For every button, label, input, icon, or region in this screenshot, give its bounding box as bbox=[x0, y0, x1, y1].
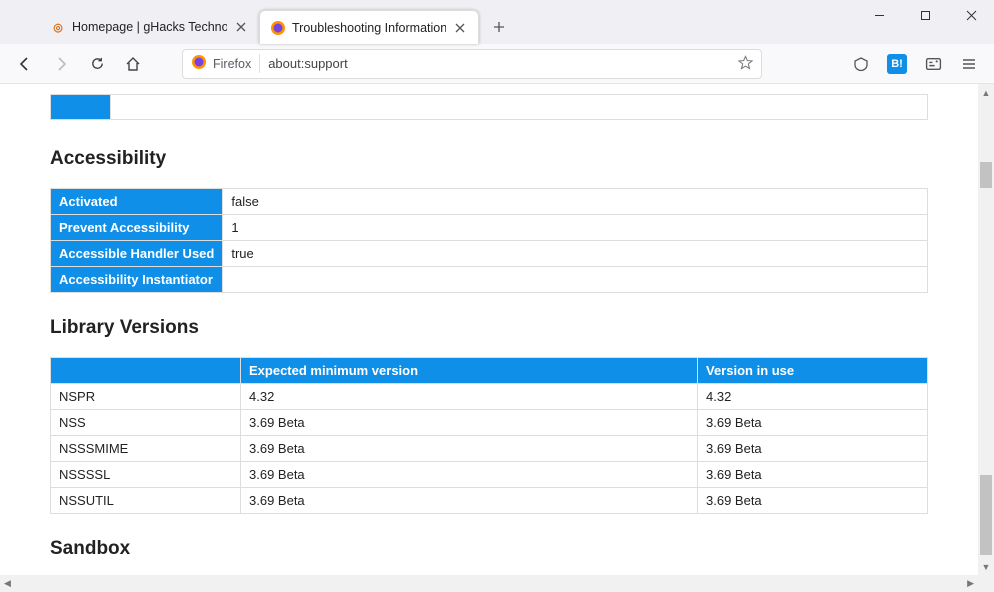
row-header: Accessible Handler Used bbox=[51, 241, 223, 267]
extension-button[interactable] bbox=[916, 48, 950, 80]
table-row: NSSSMIME 3.69 Beta 3.69 Beta bbox=[51, 436, 928, 462]
col-header-expected: Expected minimum version bbox=[241, 358, 698, 384]
col-header-blank bbox=[51, 358, 241, 384]
pocket-button[interactable] bbox=[844, 48, 878, 80]
table-row: NSSSSL 3.69 Beta 3.69 Beta bbox=[51, 462, 928, 488]
table-row: Activated false bbox=[51, 189, 928, 215]
scroll-right-arrow[interactable]: ▶ bbox=[967, 578, 974, 589]
url-bar[interactable]: Firefox about:support bbox=[182, 49, 762, 79]
table-row: Prevent Accessibility 1 bbox=[51, 215, 928, 241]
about-support-page: Accessibility Activated false Prevent Ac… bbox=[0, 84, 978, 592]
vertical-scrollbar[interactable]: ▲ ▼ bbox=[978, 84, 994, 575]
row-header: Accessibility Instantiator bbox=[51, 267, 223, 293]
lib-inuse: 4.32 bbox=[698, 384, 928, 410]
titlebar: ◎ Homepage | gHacks Technolog Troublesho… bbox=[0, 0, 994, 44]
app-menu-button[interactable] bbox=[952, 48, 986, 80]
identity-box[interactable]: Firefox bbox=[191, 54, 260, 73]
scroll-left-arrow[interactable]: ◀ bbox=[4, 578, 11, 589]
row-value: false bbox=[223, 189, 928, 215]
scroll-down-arrow[interactable]: ▼ bbox=[978, 558, 994, 575]
partial-value-cell bbox=[111, 95, 927, 119]
lib-inuse: 3.69 Beta bbox=[698, 462, 928, 488]
lib-name: NSSSMIME bbox=[51, 436, 241, 462]
new-tab-button[interactable] bbox=[485, 13, 513, 41]
table-header-row: Expected minimum version Version in use bbox=[51, 358, 928, 384]
lib-expected: 4.32 bbox=[241, 384, 698, 410]
tab-label: Homepage | gHacks Technolog bbox=[72, 20, 227, 34]
firefox-logo-icon bbox=[191, 54, 207, 73]
library-versions-heading: Library Versions bbox=[50, 317, 928, 339]
accessibility-heading: Accessibility bbox=[50, 148, 928, 170]
row-value: true bbox=[223, 241, 928, 267]
lib-inuse: 3.69 Beta bbox=[698, 488, 928, 514]
hatena-button[interactable]: B! bbox=[880, 48, 914, 80]
bookmark-star-icon[interactable] bbox=[738, 55, 753, 73]
lib-name: NSS bbox=[51, 410, 241, 436]
sandbox-heading: Sandbox bbox=[50, 538, 928, 560]
toolbar-right: B! bbox=[844, 48, 986, 80]
favicon-ghacks: ◎ bbox=[50, 19, 66, 35]
lib-name: NSSSSL bbox=[51, 462, 241, 488]
col-header-inuse: Version in use bbox=[698, 358, 928, 384]
scroll-corner bbox=[978, 575, 994, 592]
lib-expected: 3.69 Beta bbox=[241, 462, 698, 488]
lib-name: NSSUTIL bbox=[51, 488, 241, 514]
content-area: Accessibility Activated false Prevent Ac… bbox=[0, 84, 994, 592]
window-controls bbox=[856, 0, 994, 30]
back-button[interactable] bbox=[8, 48, 42, 80]
window-close-button[interactable] bbox=[948, 0, 994, 30]
table-row: NSSUTIL 3.69 Beta 3.69 Beta bbox=[51, 488, 928, 514]
lib-name: NSPR bbox=[51, 384, 241, 410]
window-minimize-button[interactable] bbox=[856, 0, 902, 30]
row-value: 1 bbox=[223, 215, 928, 241]
window-maximize-button[interactable] bbox=[902, 0, 948, 30]
tab-label: Troubleshooting Information bbox=[292, 21, 446, 35]
row-header: Activated bbox=[51, 189, 223, 215]
tab-ghacks[interactable]: ◎ Homepage | gHacks Technolog bbox=[40, 10, 259, 44]
table-row: NSS 3.69 Beta 3.69 Beta bbox=[51, 410, 928, 436]
forward-button[interactable] bbox=[44, 48, 78, 80]
identity-label: Firefox bbox=[213, 57, 251, 71]
hatena-icon: B! bbox=[887, 54, 907, 74]
scroll-up-arrow[interactable]: ▲ bbox=[978, 84, 994, 101]
table-row: Accessibility Instantiator bbox=[51, 267, 928, 293]
row-header: Prevent Accessibility bbox=[51, 215, 223, 241]
lib-expected: 3.69 Beta bbox=[241, 488, 698, 514]
scroll-thumb[interactable] bbox=[980, 162, 992, 188]
nav-toolbar: Firefox about:support B! bbox=[0, 44, 994, 84]
partial-header-cell bbox=[51, 95, 111, 119]
horizontal-scrollbar[interactable]: ◀ ▶ bbox=[0, 575, 978, 592]
table-row: NSPR 4.32 4.32 bbox=[51, 384, 928, 410]
table-row: Accessible Handler Used true bbox=[51, 241, 928, 267]
home-button[interactable] bbox=[116, 48, 150, 80]
favicon-firefox bbox=[270, 20, 286, 36]
scroll-thumb[interactable] bbox=[980, 475, 992, 555]
lib-expected: 3.69 Beta bbox=[241, 410, 698, 436]
lib-inuse: 3.69 Beta bbox=[698, 410, 928, 436]
lib-expected: 3.69 Beta bbox=[241, 436, 698, 462]
close-tab-icon[interactable] bbox=[233, 19, 249, 35]
lib-inuse: 3.69 Beta bbox=[698, 436, 928, 462]
row-value bbox=[223, 267, 928, 293]
tab-strip: ◎ Homepage | gHacks Technolog Troublesho… bbox=[40, 10, 479, 44]
accessibility-table: Activated false Prevent Accessibility 1 … bbox=[50, 188, 928, 293]
partial-table-row bbox=[50, 94, 928, 120]
tab-about-support[interactable]: Troubleshooting Information bbox=[259, 10, 479, 44]
close-tab-icon[interactable] bbox=[452, 20, 468, 36]
reload-button[interactable] bbox=[80, 48, 114, 80]
url-text[interactable]: about:support bbox=[268, 56, 730, 71]
library-versions-table: Expected minimum version Version in use … bbox=[50, 357, 928, 514]
